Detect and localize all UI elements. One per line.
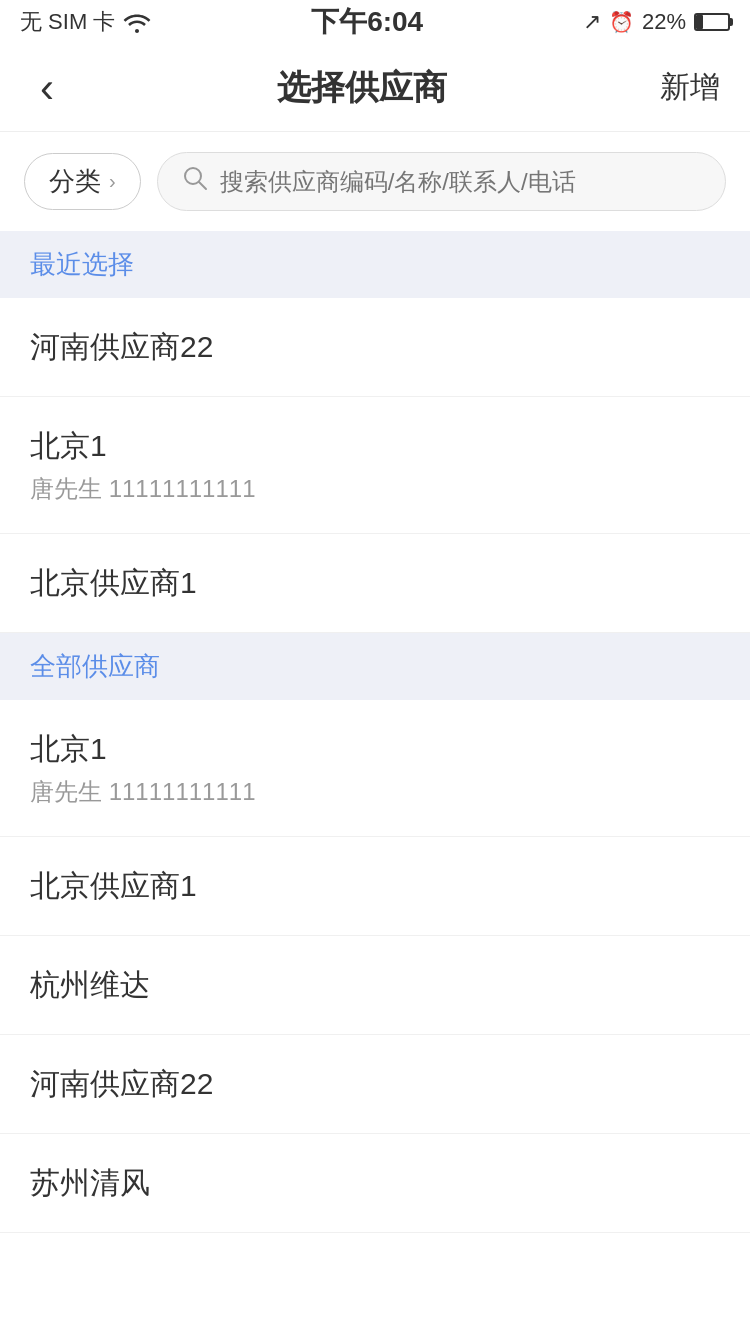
svg-line-1 (199, 182, 206, 189)
status-bar: 无 SIM 卡 下午6:04 ↗ ⏰ 22% (0, 0, 750, 44)
item-name: 杭州维达 (30, 964, 720, 1006)
all-section-header: 全部供应商 (0, 633, 750, 700)
recent-section-header: 最近选择 (0, 231, 750, 298)
search-icon (182, 165, 208, 198)
item-contact: 唐先生 11111111111 (30, 473, 720, 505)
list-item[interactable]: 北京供应商1 (0, 837, 750, 936)
item-name: 北京1 (30, 728, 720, 770)
list-item[interactable]: 北京1 唐先生 11111111111 (0, 700, 750, 837)
list-item[interactable]: 河南供应商22 (0, 298, 750, 397)
list-item[interactable]: 苏州清风 (0, 1134, 750, 1233)
item-name: 北京供应商1 (30, 562, 720, 604)
search-box[interactable] (157, 152, 726, 211)
alarm-icon: ⏰ (609, 10, 634, 34)
item-name: 河南供应商22 (30, 1063, 720, 1105)
all-section-label: 全部供应商 (30, 651, 160, 681)
sim-label: 无 SIM 卡 (20, 7, 115, 37)
recent-section-label: 最近选择 (30, 249, 134, 279)
item-name: 北京1 (30, 425, 720, 467)
filter-bar: 分类 › (0, 132, 750, 231)
battery-percent: 22% (642, 9, 686, 35)
item-contact: 唐先生 11111111111 (30, 776, 720, 808)
battery-icon (694, 13, 730, 31)
item-name: 苏州清风 (30, 1162, 720, 1204)
all-items-list: 北京1 唐先生 11111111111 北京供应商1 杭州维达河南供应商22 苏州清风 (0, 700, 750, 1233)
back-button[interactable]: ‹ (30, 57, 64, 119)
item-name: 河南供应商22 (30, 326, 720, 368)
status-left: 无 SIM 卡 (20, 7, 151, 37)
category-button[interactable]: 分类 › (24, 153, 141, 210)
search-input[interactable] (220, 168, 701, 196)
nav-bar: ‹ 选择供应商 新增 (0, 44, 750, 132)
item-name: 北京供应商1 (30, 865, 720, 907)
status-right: ↗ ⏰ 22% (583, 9, 730, 35)
chevron-right-icon: › (109, 170, 116, 193)
list-item[interactable]: 河南供应商22 (0, 1035, 750, 1134)
recent-items-list: 河南供应商22 北京1 唐先生 11111111111 北京供应商1 (0, 298, 750, 633)
page-title: 选择供应商 (277, 65, 447, 111)
list-item[interactable]: 北京1 唐先生 11111111111 (0, 397, 750, 534)
location-icon: ↗ (583, 9, 601, 35)
list-item[interactable]: 北京供应商1 (0, 534, 750, 633)
wifi-icon (123, 11, 151, 33)
list-item[interactable]: 杭州维达 (0, 936, 750, 1035)
add-button[interactable]: 新增 (660, 67, 720, 108)
category-label: 分类 (49, 164, 101, 199)
status-time: 下午6:04 (311, 3, 423, 41)
